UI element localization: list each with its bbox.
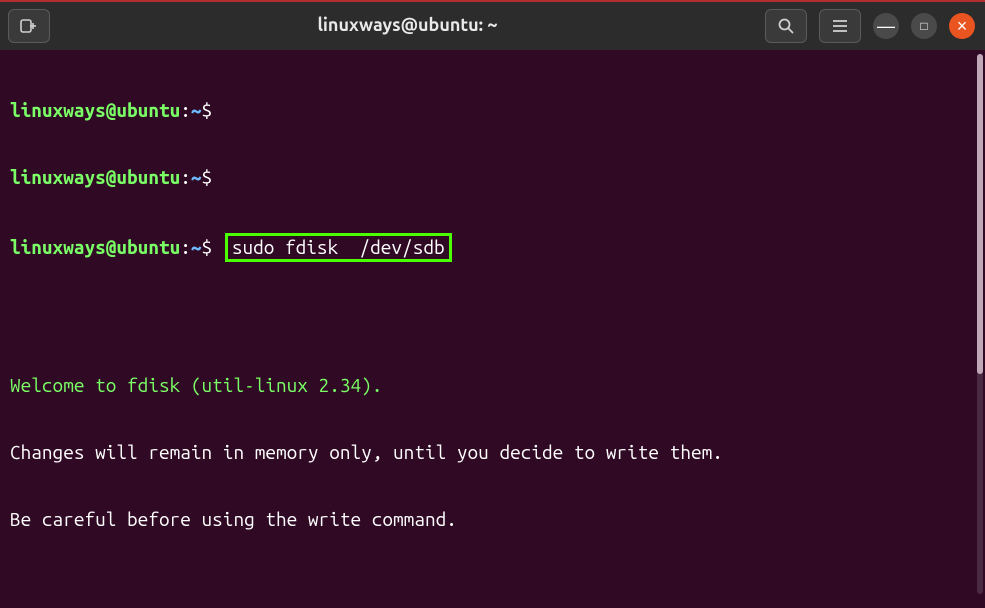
fdisk-warn2: Be careful before using the write comman… [10,508,979,530]
search-icon [777,17,795,35]
hamburger-menu-button[interactable] [819,9,861,43]
prompt-host: ubuntu [116,99,180,121]
close-button[interactable]: × [949,13,975,39]
search-button[interactable] [765,9,807,43]
command-text: sudo fdisk /dev/sdb [232,236,445,258]
fdisk-warn1: Changes will remain in memory only, unti… [10,441,979,463]
new-tab-button[interactable] [8,9,50,43]
prompt-line: linuxways@ubuntu:~$ [10,166,979,188]
fdisk-welcome: Welcome to fdisk (util-linux 2.34). [10,374,979,396]
scrollbar-thumb[interactable] [977,54,983,374]
prompt-cwd: ~ [191,99,202,121]
output-line [10,306,979,328]
terminal-window: linuxways@ubuntu: ~ ― □ [0,0,985,608]
maximize-button[interactable]: □ [911,13,937,39]
prompt-line: linuxways@ubuntu:~$ [10,99,979,121]
prompt-user: linuxways [10,99,106,121]
new-tab-icon [19,16,39,36]
window-title: linuxways@ubuntu: ~ [50,15,765,36]
terminal-body[interactable]: linuxways@ubuntu:~$ linuxways@ubuntu:~$ … [0,50,985,608]
prompt-sigil: $ [202,99,213,121]
minimize-button[interactable]: ― [873,13,899,39]
output-line [10,575,979,597]
scrollbar[interactable] [977,54,983,594]
hamburger-icon [831,17,849,35]
highlighted-command-box: sudo fdisk /dev/sdb [225,233,452,261]
prompt-line-with-command: linuxways@ubuntu:~$ sudo fdisk /dev/sdb [10,233,979,261]
maximize-icon: □ [920,19,927,33]
titlebar: linuxways@ubuntu: ~ ― □ [0,2,985,50]
